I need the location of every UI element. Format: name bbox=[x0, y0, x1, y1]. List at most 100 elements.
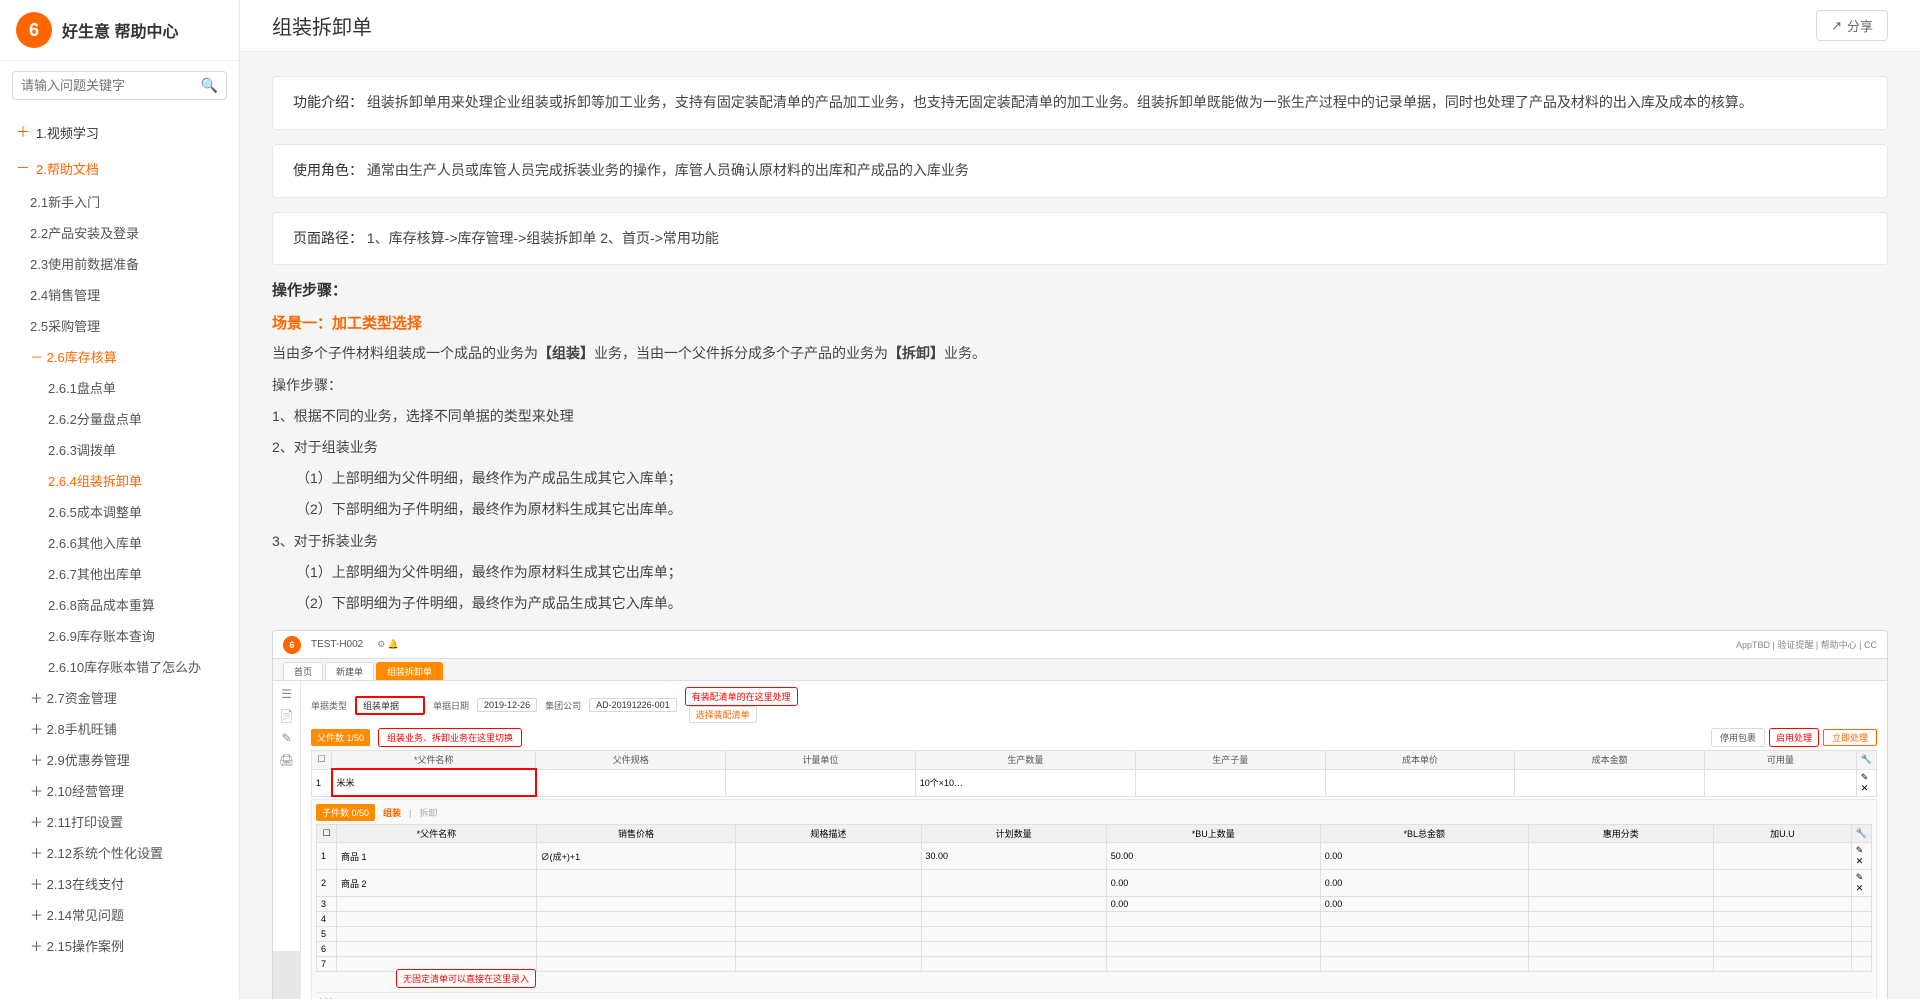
annotation1: 有装配清单的在这里处理 bbox=[685, 687, 798, 706]
intro-text: 组装拆卸单用来处理企业组装或拆卸等加工业务，支持有固定装配清单的产品加工业务，也… bbox=[367, 94, 1753, 110]
top-bar: 组装拆卸单 ↗ 分享 bbox=[240, 0, 1920, 52]
mock-lower-header: 子件数 0/50 组装 | 拆卸 bbox=[316, 804, 1872, 821]
sidebar-item-adjust[interactable]: 2.6.3调拨单 bbox=[0, 434, 239, 465]
mock-company-text: TEST-H002 bbox=[311, 639, 363, 650]
table-row: 7 bbox=[317, 957, 1872, 972]
sidebar-item-faq[interactable]: ＋ 2.14常见问题 bbox=[0, 899, 239, 930]
sidebar: 6 好生意 帮助中心 🔍 ＋ 1.视频学习 － 2.帮助文档 2.1新手入门 2… bbox=[0, 0, 240, 999]
annotation5: 无固定清单可以直接在这里录入 bbox=[396, 969, 536, 988]
logo-icon: 6 bbox=[16, 12, 52, 48]
mock-tab-home[interactable]: 首页 bbox=[283, 662, 323, 680]
sidebar-item-other-in[interactable]: 2.6.6其他入库单 bbox=[0, 527, 239, 558]
mock-upper-section: 父件数 1/50 组装业务、拆卸业务在这里切换 停用包裹 启用处理 立即处理 bbox=[311, 728, 1877, 797]
sidebar-item-online-pay[interactable]: ＋ 2.13在线支付 bbox=[0, 868, 239, 899]
mock-date-label: 单据日期 bbox=[433, 699, 469, 712]
sidebar-item-capital[interactable]: ＋ 2.7资金管理 bbox=[0, 682, 239, 713]
mock-type-label: 单据类型 bbox=[311, 699, 347, 712]
mock-footer: 合计 89.00 0.00 0.00 0.00 bbox=[316, 992, 1872, 999]
mock-tab-new[interactable]: 新建单 bbox=[325, 662, 374, 680]
mock-type-toggle[interactable]: 组装 bbox=[383, 806, 401, 819]
mock-count-badge: 父件数 1/50 bbox=[311, 729, 370, 746]
sidebar-item-sales[interactable]: 2.4销售管理 bbox=[0, 279, 239, 310]
step2: 2、对于组装业务 bbox=[272, 435, 1888, 460]
assembly-sub-steps: （1）上部明细为父件明细，最终作为产成品生成其它入库单； （2）下部明细为子件明… bbox=[272, 466, 1888, 522]
table-row: 1 米米 10个×10… ✎ ✕ bbox=[312, 769, 1877, 796]
mock-lower-section: 子件数 0/50 组装 | 拆卸 ☐ *父件名称 bbox=[311, 799, 1877, 999]
mock-docno-input[interactable]: AD-20191226-001 bbox=[589, 698, 677, 712]
sidebar-item-video[interactable]: ＋ 1.视频学习 bbox=[0, 114, 239, 150]
share-icon: ↗ bbox=[1831, 18, 1842, 34]
role-label: 使用角色： bbox=[293, 162, 363, 178]
screenshot-container: 6 TEST-H002 ⚙ 🔔 AppTBD | 验证提醒 | 帮助中心 | C… bbox=[272, 630, 1888, 999]
step3: 3、对于拆装业务 bbox=[272, 529, 1888, 554]
assembly-step1: （1）上部明细为父件明细，最终作为产成品生成其它入库单； bbox=[296, 466, 1888, 491]
intro-box: 功能介绍： 组装拆卸单用来处理企业组装或拆卸等加工业务，支持有固定装配清单的产品… bbox=[272, 76, 1888, 130]
search-input[interactable] bbox=[21, 78, 201, 93]
mock-type-sep: | bbox=[409, 808, 411, 818]
mock-enable-area: 停用包裹 启用处理 立即处理 bbox=[1711, 728, 1877, 747]
mock-bom-btn[interactable]: 选择装配清单 bbox=[689, 706, 757, 723]
sidebar-item-cost-adjust[interactable]: 2.6.5成本调整单 bbox=[0, 496, 239, 527]
mock-confirm-btn[interactable]: 立即处理 bbox=[1823, 729, 1877, 746]
disassembly-step1: （1）上部明细为父件明细，最终作为原材料生成其它出库单； bbox=[296, 560, 1888, 585]
page-title: 组装拆卸单 bbox=[272, 11, 372, 40]
sidebar-item-customize[interactable]: ＋ 2.12系统个性化设置 bbox=[0, 837, 239, 868]
content-area: 功能介绍： 组装拆卸单用来处理企业组装或拆卸等加工业务，支持有固定装配清单的产品… bbox=[240, 52, 1920, 999]
sidebar-header: 6 好生意 帮助中心 bbox=[0, 0, 239, 61]
mock-logo: 6 bbox=[283, 636, 301, 654]
sidebar-item-inventory[interactable]: － 2.6库存核算 bbox=[0, 341, 239, 372]
sidebar-item-stocktake[interactable]: 2.6.1盘点单 bbox=[0, 372, 239, 403]
role-box: 使用角色： 通常由生产人员或库管人员完成拆装业务的操作，库管人员确认原材料的出库… bbox=[272, 144, 1888, 198]
sidebar-item-data-prep[interactable]: 2.3使用前数据准备 bbox=[0, 248, 239, 279]
sidebar-item-coupon[interactable]: ＋ 2.9优惠券管理 bbox=[0, 744, 239, 775]
sidebar-item-newbie[interactable]: 2.1新手入门 bbox=[0, 186, 239, 217]
intro-label: 功能介绍： bbox=[293, 94, 363, 110]
mock-lower-table: ☐ *父件名称 销售价格 规格描述 计划数量 *BU上数量 *BL总金额 惠用分… bbox=[316, 824, 1872, 972]
mock-type-disassemble[interactable]: 拆卸 bbox=[419, 806, 437, 819]
mock-tab-assembly[interactable]: 组装拆卸单 bbox=[376, 662, 443, 680]
table-row: 2 商品 2 0.00 0.00 bbox=[317, 870, 1872, 897]
sidebar-item-assembly[interactable]: 2.6.4组装拆卸单 bbox=[0, 465, 239, 496]
sidebar-item-ops[interactable]: ＋ 2.10经营管理 bbox=[0, 775, 239, 806]
mock-date-input[interactable]: 2019-12-26 bbox=[477, 698, 537, 712]
mock-type-input[interactable]: 组装单据 bbox=[355, 696, 425, 715]
sidebar-item-print[interactable]: ＋ 2.11打印设置 bbox=[0, 806, 239, 837]
mock-form-area: 单据类型 组装单据 单据日期 2019-12-26 集团公司 AD-201912… bbox=[301, 681, 1887, 999]
search-box[interactable]: 🔍 bbox=[12, 71, 227, 100]
table-row: 6 bbox=[317, 942, 1872, 957]
table-row: 1 商品 1 ∅(成+)+1 30.00 50.00 0.00 bbox=[317, 843, 1872, 870]
mock-enable-input[interactable]: 停用包裹 bbox=[1711, 728, 1765, 747]
step1: 1、根据不同的业务，选择不同单据的类型来处理 bbox=[272, 404, 1888, 429]
sidebar-item-partial-stocktake[interactable]: 2.6.2分量盘点单 bbox=[0, 403, 239, 434]
path-box: 页面路径： 1、库存核算->库存管理->组装拆卸单 2、首页->常用功能 bbox=[272, 212, 1888, 266]
sidebar-item-purchase[interactable]: 2.5采购管理 bbox=[0, 310, 239, 341]
mock-form-row1: 单据类型 组装单据 单据日期 2019-12-26 集团公司 AD-201912… bbox=[311, 687, 1877, 723]
search-icon[interactable]: 🔍 bbox=[201, 77, 218, 94]
sidebar-item-stock-error[interactable]: 2.6.10库存账本错了怎么办 bbox=[0, 651, 239, 682]
path-label: 页面路径： bbox=[293, 230, 363, 246]
sidebar-item-mobile[interactable]: ＋ 2.8手机旺铺 bbox=[0, 713, 239, 744]
logo-text: 好生意 帮助中心 bbox=[62, 18, 178, 42]
share-button[interactable]: ↗ 分享 bbox=[1816, 10, 1888, 41]
sidebar-item-stock-query[interactable]: 2.6.9库存账本查询 bbox=[0, 620, 239, 651]
mock-upper-header: 父件数 1/50 组装业务、拆卸业务在这里切换 停用包裹 启用处理 立即处理 bbox=[311, 728, 1877, 747]
mock-upper-table: ☐ *父件名称 父件规格 计量单位 生产数量 生产子量 成本单价 成本金额 可用… bbox=[311, 750, 1877, 797]
minus-icon: － bbox=[16, 158, 30, 178]
sidebar-item-other-out[interactable]: 2.6.7其他出库单 bbox=[0, 558, 239, 589]
mock-annotation1-container: 有装配清单的在这里处理 选择装配清单 bbox=[685, 687, 798, 723]
sidebar-item-cases[interactable]: ＋ 2.15操作案例 bbox=[0, 930, 239, 961]
sidebar-item-docs[interactable]: － 2.帮助文档 bbox=[0, 150, 239, 186]
mock-right-icons: AppTBD | 验证提醒 | 帮助中心 | CC bbox=[1736, 638, 1877, 651]
annotation3: 组装业务、拆卸业务在这里切换 bbox=[378, 728, 522, 747]
disassembly-step2: （2）下部明细为子件明细，最终作为产成品生成其它入库单。 bbox=[296, 591, 1888, 616]
ops-steps-label: 操作步骤： bbox=[272, 373, 1888, 398]
mock-screenshot: 6 TEST-H002 ⚙ 🔔 AppTBD | 验证提醒 | 帮助中心 | C… bbox=[273, 631, 1887, 999]
mock-dept-label: 集团公司 bbox=[545, 699, 581, 712]
sidebar-item-install[interactable]: 2.2产品安装及登录 bbox=[0, 217, 239, 248]
mock-tabs: 首页 新建单 组装拆卸单 bbox=[273, 659, 1887, 681]
sidebar-item-cost-recalc[interactable]: 2.6.8商品成本重算 bbox=[0, 589, 239, 620]
annotation4: 启用处理 bbox=[1769, 728, 1819, 747]
main-panel: 组装拆卸单 ↗ 分享 功能介绍： 组装拆卸单用来处理企业组装或拆卸等加工业务，支… bbox=[240, 0, 1920, 999]
scene1-desc: 当由多个子件材料组装成一个成品的业务为【组装】业务，当由一个父件拆分成多个子产品… bbox=[272, 341, 1888, 366]
ops-title: 操作步骤： bbox=[272, 279, 1888, 300]
